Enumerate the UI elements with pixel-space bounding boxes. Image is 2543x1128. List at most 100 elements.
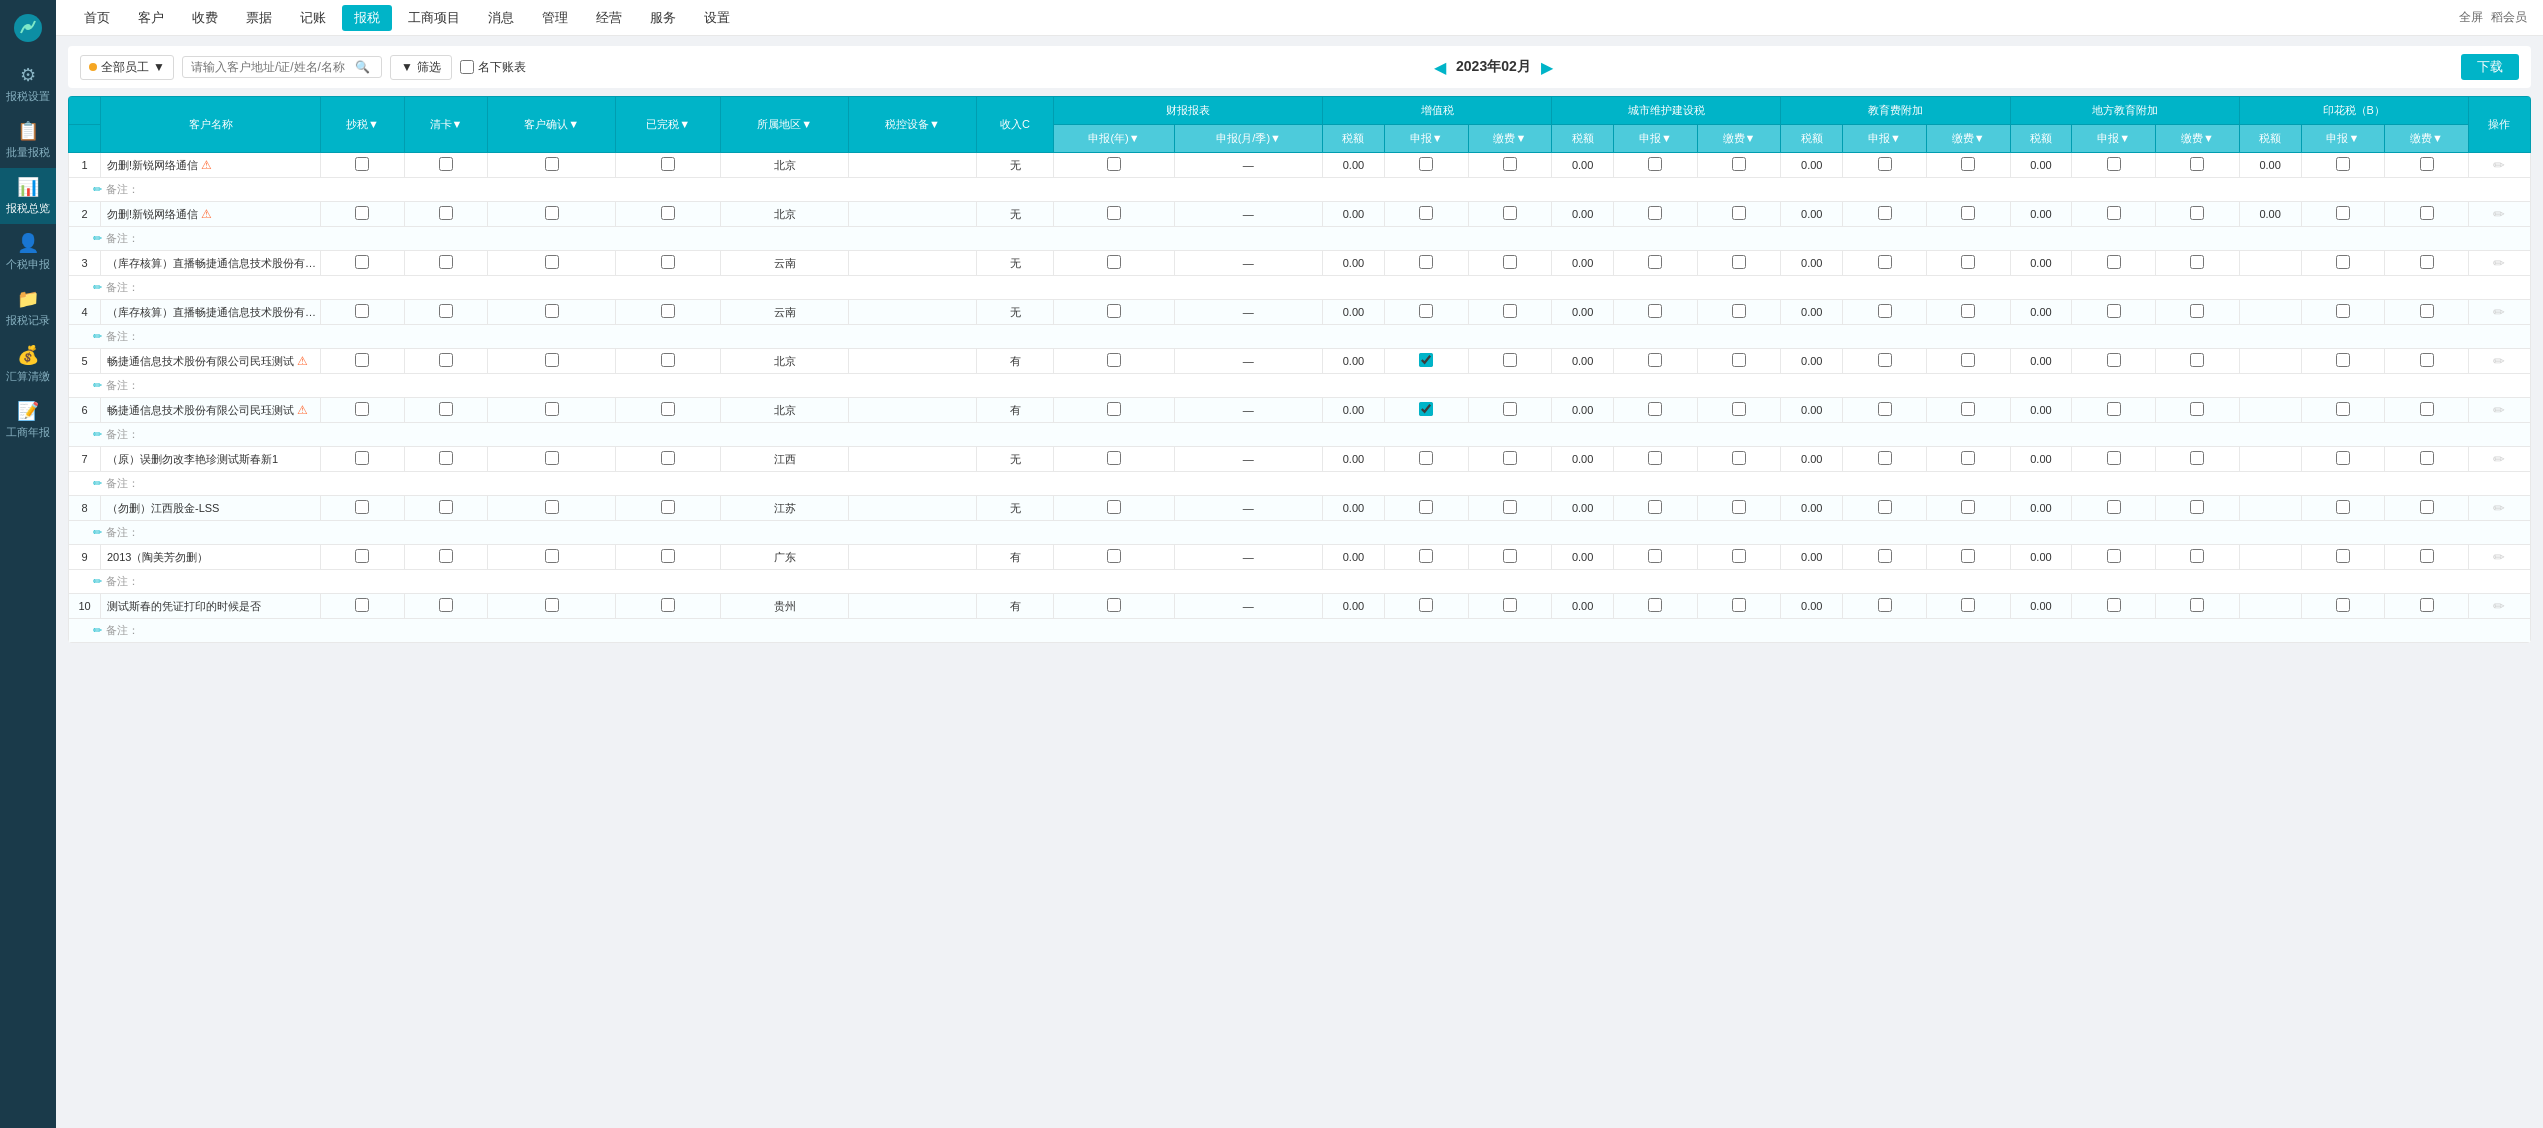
sidebar-item-baoshuizonglan[interactable]: 📊 报税总览	[0, 168, 56, 224]
period-navigation: ◀ 2023年02月 ▶	[534, 58, 2453, 77]
table-body: 1勿删!新锐网络通信⚠北京无—0.000.000.000.000.00✏✏备注：…	[69, 153, 2531, 643]
note-icon: ✏	[93, 624, 102, 636]
table-note-row: ✏备注：	[69, 276, 2531, 300]
nav-tax[interactable]: 报税	[342, 5, 392, 31]
search-input[interactable]	[191, 60, 351, 74]
nav-business[interactable]: 工商项目	[396, 5, 472, 31]
sidebar-item-piliangshuibao[interactable]: 📋 批量报税	[0, 112, 56, 168]
period-label: 2023年02月	[1456, 58, 1531, 76]
nav-settings[interactable]: 设置	[692, 5, 742, 31]
th-chengshi-shen[interactable]: 申报▼	[1614, 125, 1698, 153]
table-note-row: ✏备注：	[69, 325, 2531, 349]
nav-service[interactable]: 服务	[638, 5, 688, 31]
th-wanshuei[interactable]: 已完税▼	[615, 97, 721, 153]
nav-message[interactable]: 消息	[476, 5, 526, 31]
th-index	[69, 97, 101, 125]
nav-client[interactable]: 客户	[126, 5, 176, 31]
edit-button[interactable]: ✏	[2493, 157, 2505, 173]
nav-manage[interactable]: 管理	[530, 5, 580, 31]
th-caibao-year[interactable]: 申报(年)▼	[1054, 125, 1174, 153]
member-btn[interactable]: 稻会员	[2491, 9, 2527, 26]
prev-period-btn[interactable]: ◀	[1434, 58, 1446, 77]
table-row: 1勿删!新锐网络通信⚠北京无—0.000.000.000.000.00✏	[69, 153, 2531, 178]
edit-button[interactable]: ✏	[2493, 598, 2505, 614]
piliangshuibao-icon: 📋	[17, 120, 39, 142]
th-zengzhi-jiao[interactable]: 缴费▼	[1468, 125, 1552, 153]
fullscreen-btn[interactable]: 全屏	[2459, 9, 2483, 26]
sidebar-item-baoshuijilu[interactable]: 📁 报税记录	[0, 280, 56, 336]
note-icon: ✏	[93, 281, 102, 293]
top-right-actions: 全屏 稻会员	[2459, 9, 2527, 26]
sidebar-item-geshuishenbao[interactable]: 👤 个税申报	[0, 224, 56, 280]
th-caibao: 财报报表	[1054, 97, 1323, 125]
edit-button[interactable]: ✏	[2493, 549, 2505, 565]
named-table-checkbox-label[interactable]: 名下账表	[460, 59, 526, 76]
nav-invoice[interactable]: 票据	[234, 5, 284, 31]
client-name-cell: 畅捷通信息技术股份有限公司民珏测试⚠	[101, 349, 321, 374]
table-note-row: ✏备注：	[69, 521, 2531, 545]
sidebar-item-baoshuishezhi[interactable]: ⚙ 报税设置	[0, 56, 56, 112]
client-name-cell: （勿删）江西股金-LSS	[101, 496, 321, 521]
table-note-row: ✏备注：	[69, 423, 2531, 447]
th-yinhua-shen[interactable]: 申报▼	[2301, 125, 2385, 153]
warning-icon: ⚠	[297, 403, 308, 417]
table-row: 5畅捷通信息技术股份有限公司民珏测试⚠北京有—0.000.000.000.00✏	[69, 349, 2531, 374]
edit-button[interactable]: ✏	[2493, 402, 2505, 418]
filter-button[interactable]: ▼ 筛选	[390, 55, 452, 80]
th-zengzhi: 增值税	[1322, 97, 1551, 125]
edit-button[interactable]: ✏	[2493, 255, 2505, 271]
top-navigation: 首页 客户 收费 票据 记账 报税 工商项目 消息 管理 经营 服务 设置 全屏…	[56, 0, 2543, 36]
edit-button[interactable]: ✏	[2493, 500, 2505, 516]
table-row: 7（原）误删勿改李艳珍测试斯春新1江西无—0.000.000.000.00✏	[69, 447, 2531, 472]
th-jiaoyu-jiao[interactable]: 缴费▼	[1926, 125, 2010, 153]
table-note-row: ✏备注：	[69, 178, 2531, 202]
note-icon: ✏	[93, 477, 102, 489]
note-icon: ✏	[93, 526, 102, 538]
nav-account[interactable]: 记账	[288, 5, 338, 31]
baoshuijilu-icon: 📁	[17, 288, 39, 310]
client-name-cell: 2013（陶美芳勿删）	[101, 545, 321, 570]
tax-table: 客户名称 抄税▼ 清卡▼ 客户确认▼ 已完税▼ 所属地区▼ 税控设备▼ 收入C …	[68, 96, 2531, 643]
nav-home[interactable]: 首页	[72, 5, 122, 31]
next-period-btn[interactable]: ▶	[1541, 58, 1553, 77]
th-qingka[interactable]: 清卡▼	[404, 97, 488, 153]
client-name-cell: 畅捷通信息技术股份有限公司民珏测试⚠	[101, 398, 321, 423]
staff-dot	[89, 63, 97, 71]
th-confirm[interactable]: 客户确认▼	[488, 97, 616, 153]
th-yinhua-jiao[interactable]: 缴费▼	[2385, 125, 2469, 153]
staff-selector[interactable]: 全部员工 ▼	[80, 55, 174, 80]
edit-button[interactable]: ✏	[2493, 304, 2505, 320]
edit-button[interactable]: ✏	[2493, 451, 2505, 467]
main-area: 首页 客户 收费 票据 记账 报税 工商项目 消息 管理 经营 服务 设置 全屏…	[56, 0, 2543, 1128]
sidebar-item-huisuanqingjiao[interactable]: 💰 汇算清缴	[0, 336, 56, 392]
th-chaosui[interactable]: 抄税▼	[321, 97, 405, 153]
th-caibao-month[interactable]: 申报(月/季)▼	[1174, 125, 1322, 153]
th-chengshi-jiao[interactable]: 缴费▼	[1697, 125, 1781, 153]
th-difang-shen[interactable]: 申报▼	[2072, 125, 2156, 153]
client-name-cell: 勿删!新锐网络通信⚠	[101, 202, 321, 227]
tax-table-wrapper: 客户名称 抄税▼ 清卡▼ 客户确认▼ 已完税▼ 所属地区▼ 税控设备▼ 收入C …	[68, 96, 2531, 643]
th-device[interactable]: 税控设备▼	[849, 97, 977, 153]
nav-fee[interactable]: 收费	[180, 5, 230, 31]
warning-icon: ⚠	[201, 158, 212, 172]
sidebar-item-gongshangnianbao[interactable]: 📝 工商年报	[0, 392, 56, 448]
th-difang-jiao[interactable]: 缴费▼	[2156, 125, 2240, 153]
th-jiaoyu-shen[interactable]: 申报▼	[1843, 125, 1927, 153]
note-icon: ✏	[93, 379, 102, 391]
client-name-cell: （库存核算）直播畅捷通信息技术股份有限...⚠	[101, 251, 321, 276]
edit-button[interactable]: ✏	[2493, 206, 2505, 222]
edit-button[interactable]: ✏	[2493, 353, 2505, 369]
th-jiaoyu-tax: 税额	[1781, 125, 1843, 153]
named-table-checkbox[interactable]	[460, 60, 474, 74]
download-button[interactable]: 下载	[2461, 54, 2519, 80]
app-logo	[8, 8, 48, 48]
th-zengzhi-shen[interactable]: 申报▼	[1384, 125, 1468, 153]
table-note-row: ✏备注：	[69, 374, 2531, 398]
search-box[interactable]: 🔍	[182, 56, 382, 78]
th-difang-tax: 税额	[2010, 125, 2072, 153]
table-row: 2勿删!新锐网络通信⚠北京无—0.000.000.000.000.00✏	[69, 202, 2531, 227]
th-income[interactable]: 收入C	[976, 97, 1054, 153]
th-region[interactable]: 所属地区▼	[721, 97, 849, 153]
nav-operation[interactable]: 经营	[584, 5, 634, 31]
huisuanqingjiao-icon: 💰	[17, 344, 39, 366]
